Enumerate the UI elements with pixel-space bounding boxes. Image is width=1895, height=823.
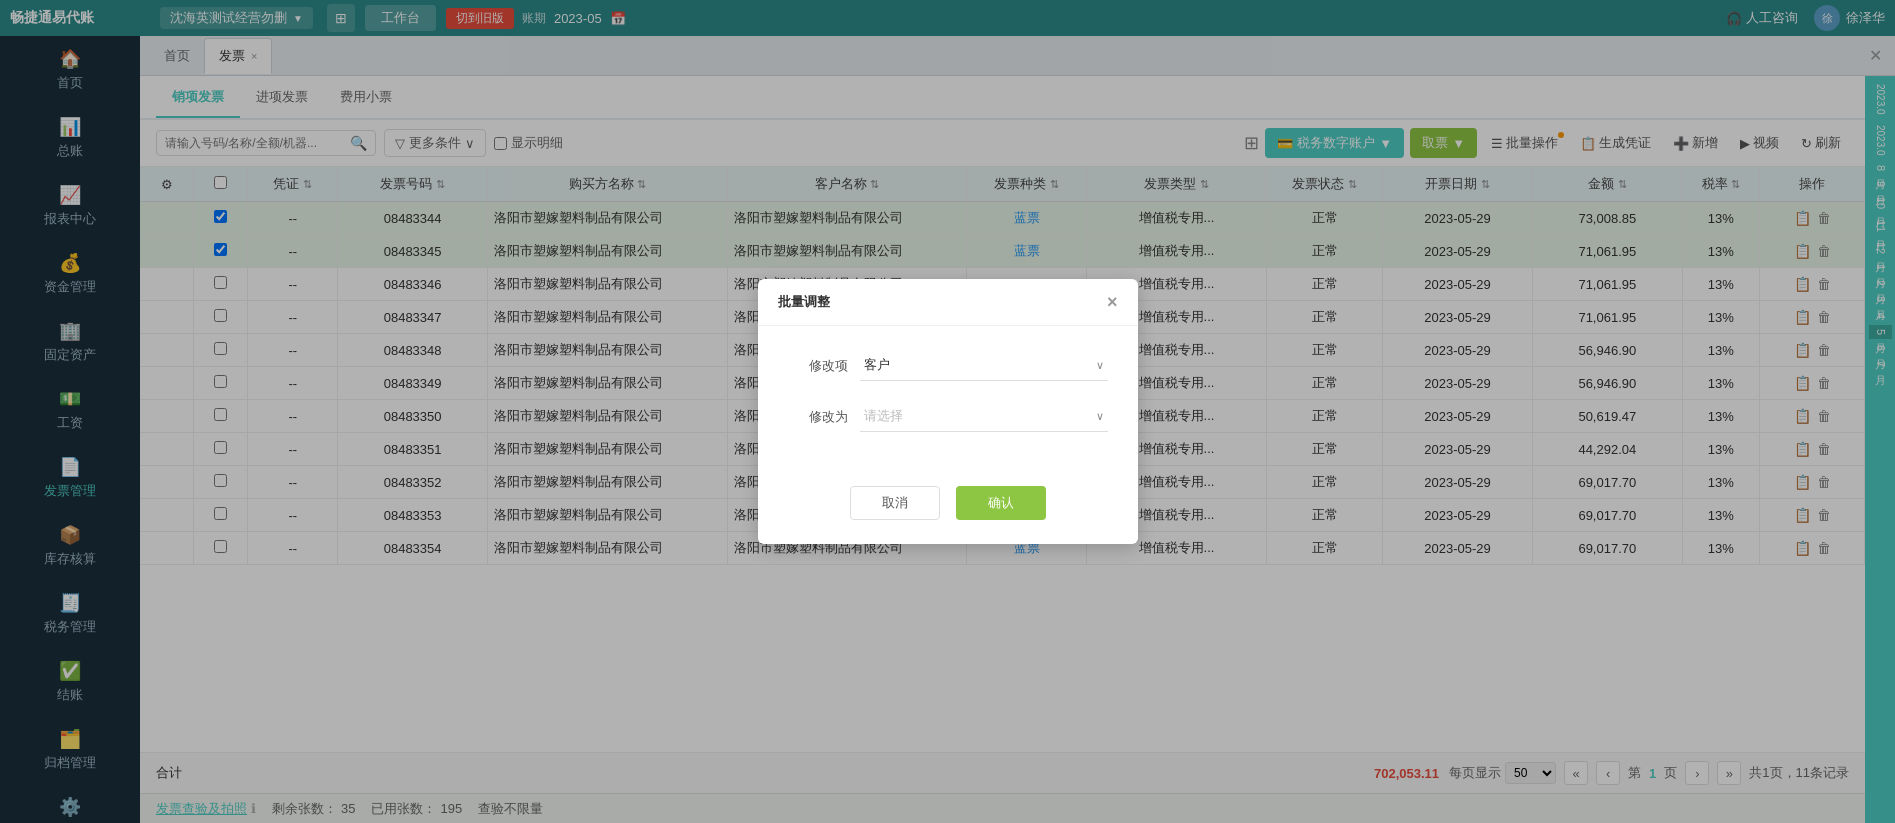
modify-field-value: 客户 bbox=[864, 356, 890, 374]
modify-to-select[interactable]: 请选择 ∨ bbox=[860, 401, 1108, 432]
modal-footer: 取消 确认 bbox=[758, 476, 1138, 544]
batch-adjust-modal: 批量调整 × 修改项 客户 ∨ 修改为 请选择 ∨ 取消 确认 bbox=[758, 279, 1138, 544]
modify-field-row: 修改项 客户 ∨ bbox=[788, 350, 1108, 381]
modify-to-placeholder: 请选择 bbox=[864, 407, 903, 425]
modal-close-btn[interactable]: × bbox=[1107, 293, 1118, 311]
modal-cancel-btn[interactable]: 取消 bbox=[850, 486, 940, 520]
modal-confirm-btn[interactable]: 确认 bbox=[956, 486, 1046, 520]
modify-field-label: 修改项 bbox=[788, 357, 848, 375]
modify-to-row: 修改为 请选择 ∨ bbox=[788, 401, 1108, 432]
modify-to-label: 修改为 bbox=[788, 408, 848, 426]
modify-field-select[interactable]: 客户 ∨ bbox=[860, 350, 1108, 381]
modify-to-arrow: ∨ bbox=[1096, 410, 1104, 423]
modal-header: 批量调整 × bbox=[758, 279, 1138, 326]
modify-field-arrow: ∨ bbox=[1096, 359, 1104, 372]
modal-title: 批量调整 bbox=[778, 293, 830, 311]
modal-overlay[interactable]: 批量调整 × 修改项 客户 ∨ 修改为 请选择 ∨ 取消 确认 bbox=[0, 0, 1895, 823]
modal-body: 修改项 客户 ∨ 修改为 请选择 ∨ bbox=[758, 326, 1138, 476]
